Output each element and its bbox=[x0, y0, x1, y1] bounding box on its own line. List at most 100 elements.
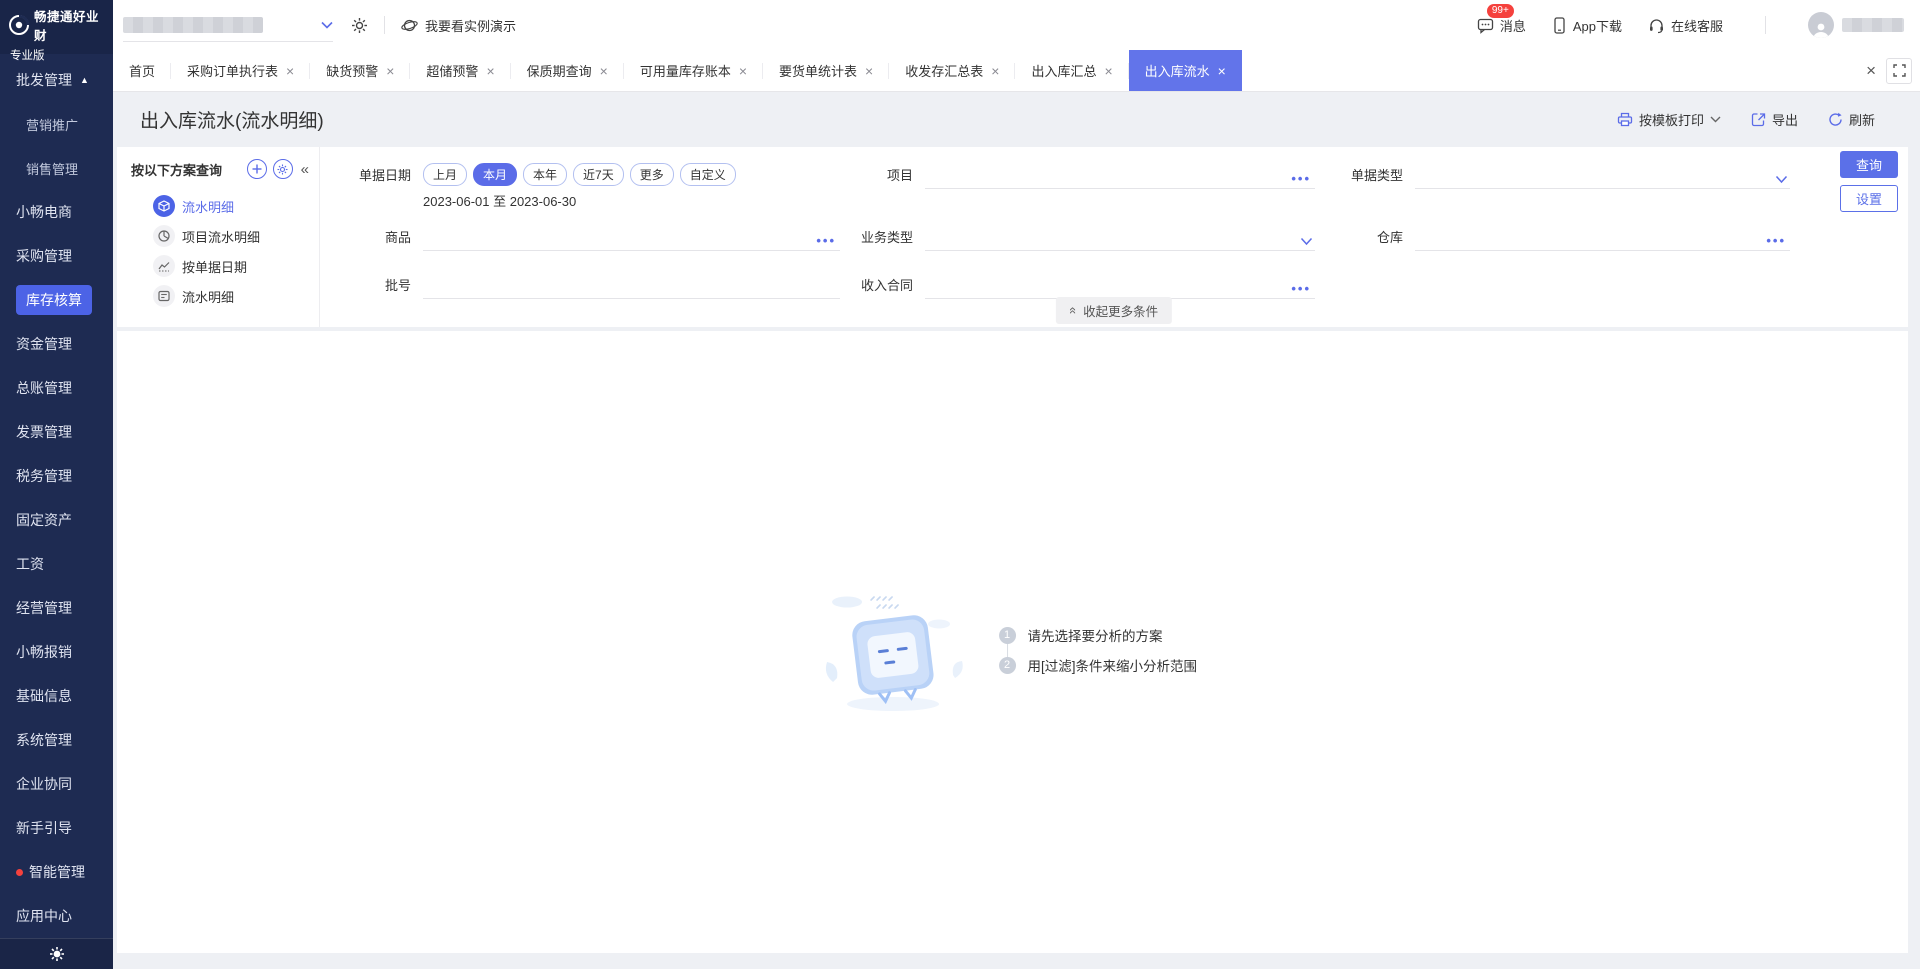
ellipsis-picker-icon[interactable]: ••• bbox=[1291, 172, 1311, 185]
scheme-item[interactable]: 按单据日期 bbox=[153, 251, 309, 281]
sidebar-item[interactable]: 发票管理 bbox=[0, 410, 113, 454]
username-redacted bbox=[1842, 18, 1904, 32]
add-scheme-icon[interactable] bbox=[246, 159, 267, 179]
sidebar-item[interactable]: 销售管理 bbox=[0, 146, 113, 190]
date-option-last7days[interactable]: 近7天 bbox=[573, 163, 624, 186]
project-input[interactable] bbox=[925, 163, 1285, 187]
scheme-item-flow-detail[interactable]: 流水明细 bbox=[153, 191, 309, 221]
close-icon[interactable]: × bbox=[486, 64, 494, 78]
search-button[interactable]: 查询 bbox=[1840, 151, 1898, 178]
form-list-icon bbox=[153, 285, 175, 307]
user-menu[interactable] bbox=[1808, 12, 1904, 38]
online-service-link[interactable]: 在线客服 bbox=[1648, 16, 1723, 35]
biz-type-input[interactable] bbox=[925, 225, 1285, 249]
tab[interactable]: 超储预警 × bbox=[410, 50, 511, 91]
cube-icon bbox=[153, 195, 175, 217]
smartphone-icon bbox=[1552, 16, 1567, 34]
close-icon[interactable]: × bbox=[1104, 64, 1112, 78]
sidebar-item[interactable]: 固定资产 bbox=[0, 498, 113, 542]
header-gear-icon[interactable] bbox=[351, 17, 368, 34]
tab[interactable]: 要货单统计表 × bbox=[763, 50, 890, 91]
tab[interactable]: 缺货预警 × bbox=[310, 50, 411, 91]
field-label-income-contract: 收入合同 bbox=[860, 278, 913, 293]
empty-state-steps: 1 请先选择要分析的方案 2 用[过滤]条件来缩小分析范围 bbox=[998, 615, 1197, 685]
ellipsis-picker-icon[interactable]: ••• bbox=[1766, 234, 1786, 247]
close-all-tabs-icon[interactable]: × bbox=[1866, 62, 1876, 79]
messages-badge: 99+ bbox=[1486, 3, 1514, 18]
doc-type-input[interactable] bbox=[1415, 163, 1760, 187]
close-icon[interactable]: × bbox=[286, 64, 294, 78]
top-header: 我要看实例演示 99+ 消息 App下载 在线客服 bbox=[113, 0, 1920, 50]
close-icon[interactable]: × bbox=[1218, 64, 1226, 78]
sidebar-item[interactable]: 税务管理 bbox=[0, 454, 113, 498]
goods-input[interactable] bbox=[423, 225, 810, 249]
batch-no-input[interactable] bbox=[423, 273, 810, 297]
date-option-custom[interactable]: 自定义 bbox=[679, 163, 736, 186]
sidebar-item[interactable]: 总账管理 bbox=[0, 366, 113, 410]
sidebar-item[interactable]: 小畅电商 bbox=[0, 190, 113, 234]
tab[interactable]: 保质期查询 × bbox=[511, 50, 625, 91]
settings-gear-icon[interactable] bbox=[49, 946, 65, 962]
sidebar-item-inventory-accounting[interactable]: 库存核算 bbox=[16, 285, 92, 315]
tab[interactable]: 出入库汇总 × bbox=[1015, 50, 1129, 91]
sidebar-item[interactable]: 采购管理 bbox=[0, 234, 113, 278]
close-icon[interactable]: × bbox=[386, 64, 394, 78]
date-option-more[interactable]: 更多 bbox=[629, 163, 674, 186]
close-icon[interactable]: × bbox=[600, 64, 608, 78]
ellipsis-picker-icon[interactable]: ••• bbox=[816, 234, 836, 247]
sidebar-item[interactable]: 营销推广 bbox=[0, 102, 113, 146]
sidebar-item[interactable]: 批发管理 ▲ bbox=[0, 58, 113, 102]
fullscreen-icon[interactable] bbox=[1886, 57, 1912, 84]
messages-link[interactable]: 99+ 消息 bbox=[1477, 3, 1526, 35]
org-selector[interactable] bbox=[123, 8, 333, 42]
close-icon[interactable]: × bbox=[739, 64, 747, 78]
tab[interactable]: 收发存汇总表 × bbox=[889, 50, 1016, 91]
app-download-link[interactable]: App下载 bbox=[1552, 16, 1622, 35]
message-icon bbox=[1477, 17, 1494, 34]
sidebar-item[interactable]: 工资 bbox=[0, 542, 113, 586]
warehouse-input[interactable] bbox=[1415, 225, 1760, 249]
settings-button[interactable]: 设置 bbox=[1840, 185, 1898, 212]
sidebar-item[interactable]: 经营管理 bbox=[0, 586, 113, 630]
sidebar-item[interactable]: 资金管理 bbox=[0, 322, 113, 366]
date-option-this-year[interactable]: 本年 bbox=[523, 163, 568, 186]
date-range-value[interactable]: 2023-06-01 至 2023-06-30 bbox=[423, 191, 840, 210]
divider bbox=[1765, 16, 1766, 34]
scheme-settings-gear-icon[interactable] bbox=[272, 159, 293, 179]
export-button[interactable]: 导出 bbox=[1751, 110, 1798, 129]
sidebar-item[interactable]: 小畅报销 bbox=[0, 630, 113, 674]
ellipsis-picker-icon[interactable]: ••• bbox=[1291, 282, 1311, 295]
sidebar-item[interactable]: 新手引导 bbox=[0, 806, 113, 850]
scheme-item[interactable]: 流水明细 bbox=[153, 281, 309, 311]
sidebar-item[interactable]: 企业协同 bbox=[0, 762, 113, 806]
sidebar-item-smart-mgmt[interactable]: 智能管理 bbox=[0, 850, 113, 894]
chevron-down-icon[interactable] bbox=[1300, 237, 1313, 246]
tab-home[interactable]: 首页 bbox=[113, 50, 172, 91]
empty-state-illustration bbox=[813, 586, 973, 714]
date-option-this-month[interactable]: 本月 bbox=[473, 163, 518, 186]
field-label-date: 单据日期 bbox=[358, 168, 411, 183]
demo-link[interactable]: 我要看实例演示 bbox=[401, 16, 516, 35]
trend-chart-icon bbox=[153, 255, 175, 277]
close-icon[interactable]: × bbox=[991, 64, 999, 78]
sidebar-item[interactable]: 系统管理 bbox=[0, 718, 113, 762]
close-icon[interactable]: × bbox=[865, 64, 873, 78]
chevron-down-icon[interactable] bbox=[1775, 175, 1788, 184]
tab[interactable]: 采购订单执行表 × bbox=[171, 50, 311, 91]
page-title: 出入库流水(流水明细) bbox=[140, 111, 324, 132]
sidebar-item[interactable]: 应用中心 bbox=[0, 894, 113, 938]
print-by-template-button[interactable]: 按模板打印 bbox=[1617, 110, 1721, 129]
field-label-project: 项目 bbox=[886, 168, 913, 183]
query-panel-title: 按以下方案查询 bbox=[131, 162, 223, 178]
tab[interactable]: 可用量库存账本 × bbox=[624, 50, 764, 91]
tab-inout-flow[interactable]: 出入库流水 × bbox=[1128, 50, 1242, 91]
collapse-panel-icon[interactable]: « bbox=[301, 161, 309, 178]
brand-block: 畅捷通好业财 专业版 bbox=[0, 0, 113, 62]
date-option-last-month[interactable]: 上月 bbox=[423, 163, 468, 186]
sidebar-item[interactable]: 基础信息 bbox=[0, 674, 113, 718]
scheme-item[interactable]: 项目流水明细 bbox=[153, 221, 309, 251]
income-contract-input[interactable] bbox=[925, 273, 1285, 297]
collapse-more-filters-button[interactable]: « 收起更多条件 bbox=[1055, 297, 1173, 324]
filter-panel: 单据日期 上月 本月 本年 近7天 更多 自定义 2023-06-01 至 20… bbox=[320, 147, 1908, 327]
refresh-button[interactable]: 刷新 bbox=[1828, 110, 1875, 129]
